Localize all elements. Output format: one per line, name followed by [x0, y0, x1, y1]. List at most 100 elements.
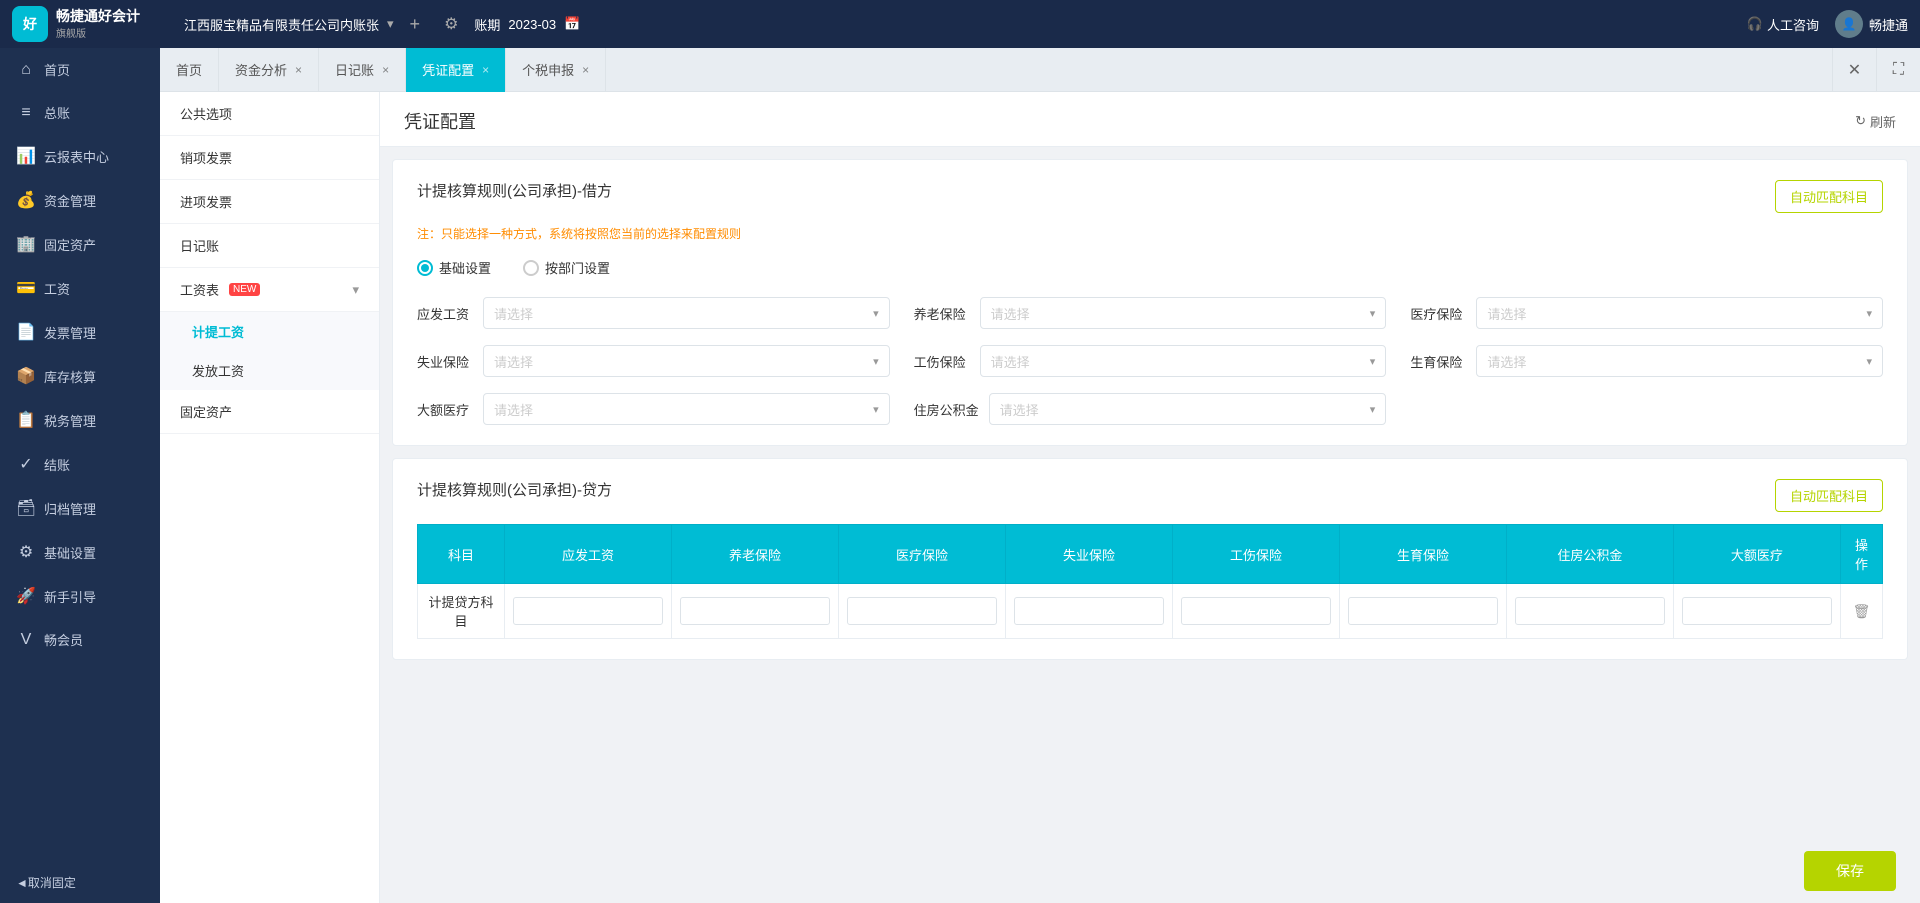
radio-dept[interactable]: 按部门设置	[523, 258, 610, 277]
maternity-select[interactable]: 请选择 ▾	[1476, 345, 1883, 377]
close-tab-button[interactable]: ✕	[1832, 48, 1876, 92]
form-item-salary: 应发工资 请选择 ▾	[417, 297, 890, 329]
sidebar-item-salary[interactable]: 💳 工资	[0, 266, 160, 310]
sidebar-label-report: 云报表中心	[44, 147, 109, 166]
sidebar-item-checkout[interactable]: ✓ 结账	[0, 442, 160, 486]
row-salary-input-cell	[505, 584, 672, 639]
tab-voucher[interactable]: 凭证配置 ×	[406, 48, 506, 92]
left-nav-public[interactable]: 公共选项	[160, 92, 379, 136]
col-unemployment: 失业保险	[1005, 525, 1172, 584]
save-button[interactable]: 保存	[1804, 851, 1896, 891]
sidebar-item-home[interactable]: ⌂ 首页	[0, 48, 160, 91]
accrue-debit-title: 计提核算规则(公司承担)-借方	[417, 180, 612, 201]
injury-label: 工伤保险	[914, 352, 970, 371]
left-nav-payroll-table[interactable]: 工资表 NEW ▾	[160, 268, 379, 312]
company-selector[interactable]: 江西服宝精品有限责任公司内账张 ▾ + ⚙ 账期 2023-03 📅	[172, 14, 1747, 35]
sidebar-item-fund[interactable]: 💰 资金管理	[0, 178, 160, 222]
left-nav-accrue-salary[interactable]: 计提工资	[160, 312, 379, 351]
sidebar-item-ledger[interactable]: ≡ 总账	[0, 91, 160, 134]
refresh-label: 刷新	[1870, 112, 1896, 131]
radio-basic[interactable]: 基础设置	[417, 258, 491, 277]
main-layout: ⌂ 首页 ≡ 总账 📊 云报表中心 💰 资金管理 🏢 固定资产 💳 工资 📄 发…	[0, 48, 1920, 903]
row-maternity-input[interactable]	[1348, 597, 1498, 625]
form-item-pension: 养老保险 请选择 ▾	[914, 297, 1387, 329]
unemployment-select[interactable]: 请选择 ▾	[483, 345, 890, 377]
medical-select[interactable]: 请选择 ▾	[1476, 297, 1883, 329]
left-nav-accrue-label: 计提工资	[192, 325, 244, 340]
tab-fund[interactable]: 资金分析 ×	[219, 48, 319, 92]
accrue-debit-section: 计提核算规则(公司承担)-借方 自动匹配科目 注：只能选择一种方式，系统将按照您…	[392, 159, 1908, 446]
row-housing-input[interactable]	[1515, 597, 1665, 625]
sidebar-item-stock[interactable]: 📦 库存核算	[0, 354, 160, 398]
sidebar-item-vip[interactable]: V 畅会员	[0, 618, 160, 661]
left-nav-distribute-salary[interactable]: 发放工资	[160, 351, 379, 390]
company-dropdown-arrow[interactable]: ▾	[387, 16, 394, 32]
period-label: 账期	[474, 15, 500, 34]
sidebar-item-report[interactable]: 📊 云报表中心	[0, 134, 160, 178]
credit-table-header-row: 科目 应发工资 养老保险 医疗保险 失业保险 工伤保险 生育保险 住房公积金 大…	[418, 525, 1883, 584]
sidebar-item-tax[interactable]: 📋 税务管理	[0, 398, 160, 442]
settings-icon[interactable]: ⚙	[444, 14, 458, 34]
add-company-button[interactable]: +	[410, 14, 421, 35]
accrue-notice: 注：只能选择一种方式，系统将按照您当前的选择来配置规则	[417, 225, 1883, 242]
sidebar-item-settings[interactable]: ⚙ 基础设置	[0, 530, 160, 574]
left-nav-sales-invoice[interactable]: 销项发票	[160, 136, 379, 180]
pension-select-arrow: ▾	[1370, 307, 1376, 320]
unpin-button[interactable]: ◄取消固定	[0, 862, 160, 903]
tab-tax[interactable]: 个税申报 ×	[506, 48, 606, 92]
credit-section-header: 计提核算规则(公司承担)-贷方 自动匹配科目	[417, 479, 1883, 512]
sidebar-item-guide[interactable]: 🚀 新手引导	[0, 574, 160, 618]
pension-select[interactable]: 请选择 ▾	[980, 297, 1387, 329]
row-large-medical-input[interactable]	[1682, 597, 1832, 625]
tab-voucher-close[interactable]: ×	[482, 63, 489, 77]
page-title: 凭证配置	[404, 108, 476, 134]
row-salary-input[interactable]	[513, 597, 663, 625]
save-area: 保存	[1780, 839, 1920, 903]
tab-tax-close[interactable]: ×	[582, 63, 589, 77]
guide-icon: 🚀	[16, 586, 36, 606]
sidebar-item-invoice[interactable]: 📄 发票管理	[0, 310, 160, 354]
large-medical-select-placeholder: 请选择	[494, 400, 533, 419]
tab-right-buttons: ✕ ⛶	[1832, 48, 1920, 92]
payroll-expand-icon[interactable]: ▾	[352, 282, 359, 298]
large-medical-select[interactable]: 请选择 ▾	[483, 393, 890, 425]
delete-row-icon[interactable]: 🗑	[1853, 603, 1871, 619]
row-unemployment-input[interactable]	[1014, 597, 1164, 625]
service-button[interactable]: 🎧 人工咨询	[1747, 15, 1819, 34]
expand-tab-button[interactable]: ⛶	[1876, 48, 1920, 92]
tab-journal-close[interactable]: ×	[382, 63, 389, 77]
row-medical-input[interactable]	[847, 597, 997, 625]
radio-basic-label: 基础设置	[439, 258, 491, 277]
checkout-icon: ✓	[16, 454, 36, 474]
radio-group: 基础设置 按部门设置	[417, 258, 1883, 277]
period-value[interactable]: 2023-03	[508, 17, 556, 32]
auto-match-debit-button[interactable]: 自动匹配科目	[1775, 180, 1883, 213]
housing-fund-select[interactable]: 请选择 ▾	[989, 393, 1387, 425]
tab-bar: 首页 资金分析 × 日记账 × 凭证配置 × 个税申报 × ✕ ⛶	[160, 48, 1920, 92]
debit-form-grid: 应发工资 请选择 ▾ 养老保险 请选择 ▾	[417, 297, 1883, 425]
tab-fund-label: 资金分析	[235, 60, 287, 79]
calendar-icon[interactable]: 📅	[564, 16, 580, 32]
sidebar-item-archive[interactable]: 🗃 归档管理	[0, 486, 160, 530]
tab-fund-close[interactable]: ×	[295, 63, 302, 77]
injury-select[interactable]: 请选择 ▾	[980, 345, 1387, 377]
left-nav-sales-invoice-label: 销项发票	[180, 148, 232, 167]
refresh-icon: ↻	[1855, 113, 1866, 129]
left-nav-fixed-assets[interactable]: 固定资产	[160, 390, 379, 434]
housing-fund-select-placeholder: 请选择	[1000, 400, 1039, 419]
stock-icon: 📦	[16, 366, 36, 386]
left-nav-payroll-label: 工资表	[180, 280, 219, 299]
sidebar-label-home: 首页	[44, 60, 70, 79]
salary-select[interactable]: 请选择 ▾	[483, 297, 890, 329]
tab-journal[interactable]: 日记账 ×	[319, 48, 406, 92]
tab-tax-label: 个税申报	[522, 60, 574, 79]
row-injury-input[interactable]	[1181, 597, 1331, 625]
left-nav-purchase-invoice[interactable]: 进项发票	[160, 180, 379, 224]
sidebar-item-asset[interactable]: 🏢 固定资产	[0, 222, 160, 266]
tab-home[interactable]: 首页	[160, 48, 219, 92]
left-nav-journal[interactable]: 日记账	[160, 224, 379, 268]
row-pension-input[interactable]	[680, 597, 830, 625]
auto-match-credit-button[interactable]: 自动匹配科目	[1775, 479, 1883, 512]
user-area[interactable]: 👤 畅捷通	[1835, 10, 1908, 38]
refresh-button[interactable]: ↻ 刷新	[1855, 112, 1896, 131]
